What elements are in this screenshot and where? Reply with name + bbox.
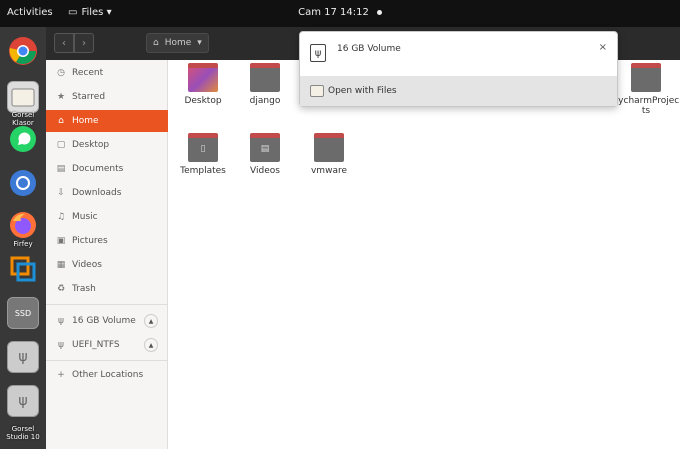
sidebar-separator <box>46 304 168 305</box>
videos-folder-icon: ▤ <box>250 133 280 162</box>
sidebar-item-music[interactable]: ♫ Music <box>46 206 168 228</box>
notification-title: 16 GB Volume <box>337 44 401 54</box>
dock-label-firefox: Firfey <box>13 240 33 248</box>
notification-dot-icon <box>376 9 382 15</box>
sidebar-item-videos[interactable]: ▦ Videos <box>46 254 168 276</box>
usb-drive-icon: ψ <box>310 44 326 62</box>
clock-label: Cam 17 14:12 <box>298 7 369 18</box>
file-item-templates[interactable]: ▯ Templates <box>170 133 236 176</box>
top-bar: Activities ▭ Files ▾ Cam 17 14:12 <box>0 0 680 27</box>
eject-button[interactable]: ▲ <box>144 338 158 352</box>
sidebar-item-label: Documents <box>72 164 124 174</box>
recent-icon: ◷ <box>57 68 65 78</box>
ssd-label: SSD <box>14 308 32 318</box>
templates-folder-icon: ▯ <box>188 133 218 162</box>
pictures-icon: ▣ <box>56 236 66 246</box>
star-icon: ★ <box>56 92 66 102</box>
usb-drive-icon: ψ <box>58 340 64 350</box>
files-icon <box>310 85 324 97</box>
ssd-icon[interactable]: SSD <box>7 297 39 329</box>
usb-drive-icon[interactable]: ψ <box>7 341 39 373</box>
sidebar-item-16gb-volume[interactable]: ψ 16 GB Volume ▲ <box>46 310 168 332</box>
sidebar-item-label: Videos <box>72 260 102 270</box>
open-with-files-label: Open with Files <box>328 86 397 96</box>
file-label: Desktop <box>184 96 222 106</box>
chevron-right-icon: › <box>82 37 86 49</box>
clock[interactable]: Cam 17 14:12 <box>0 7 680 18</box>
file-label: django <box>249 96 281 106</box>
sidebar-item-documents[interactable]: ▤ Documents <box>46 158 168 180</box>
videos-icon: ▦ <box>56 260 66 270</box>
dock-label-usb: Gorsel Studio 10 <box>6 425 40 441</box>
sidebar-item-uefi-ntfs[interactable]: ψ UEFI_NTFS ▲ <box>46 334 168 356</box>
sidebar-item-label: Home <box>72 116 99 126</box>
plus-icon: + <box>57 370 65 380</box>
sidebar-item-pictures[interactable]: ▣ Pictures <box>46 230 168 252</box>
desktop-folder-icon <box>188 63 218 92</box>
vmware-icon[interactable] <box>7 253 39 285</box>
forward-button[interactable]: › <box>74 33 94 53</box>
music-icon: ♫ <box>56 212 66 222</box>
folder-icon <box>314 133 344 162</box>
file-label: vmware <box>310 166 347 176</box>
sidebar-separator <box>46 360 168 361</box>
chrome-icon[interactable] <box>7 35 39 67</box>
sidebar-item-label: Desktop <box>72 140 110 150</box>
eject-button[interactable]: ▲ <box>144 314 158 328</box>
sidebar-item-recent[interactable]: ◷ Recent <box>46 62 168 84</box>
sidebar-item-label: Music <box>72 212 98 222</box>
usb-drive-icon: ψ <box>58 316 64 326</box>
whatsapp-icon[interactable] <box>7 123 39 155</box>
home-icon: ⌂ <box>58 116 64 126</box>
home-icon: ⌂ <box>153 38 159 48</box>
sidebar-item-home[interactable]: ⌂ Home <box>46 110 168 132</box>
chromium-icon[interactable] <box>7 167 39 199</box>
sidebar-item-other-locations[interactable]: + Other Locations <box>46 364 168 386</box>
sidebar-item-label: Other Locations <box>72 370 144 380</box>
sidebar: ◷ Recent ★ Starred ⌂ Home ▢ Desktop ▤ Documen… <box>46 60 168 449</box>
mount-notification: ψ 16 GB Volume × Open with Files <box>299 31 618 107</box>
file-item-desktop[interactable]: Desktop <box>170 63 236 106</box>
trash-icon: ♻ <box>56 284 66 294</box>
file-item-vmware[interactable]: vmware <box>296 133 362 176</box>
usb-drive-2-icon[interactable]: ψ <box>7 385 39 417</box>
firefox-icon[interactable] <box>7 209 39 241</box>
downloads-icon: ⇩ <box>57 188 65 198</box>
sidebar-item-label: Starred <box>72 92 106 102</box>
path-label: Home <box>164 38 192 48</box>
sidebar-item-label: Pictures <box>72 236 108 246</box>
chevron-left-icon: ‹ <box>62 37 66 49</box>
file-label: Templates <box>180 166 226 176</box>
documents-icon: ▤ <box>56 164 66 174</box>
folder-icon <box>250 63 280 92</box>
sidebar-item-downloads[interactable]: ⇩ Downloads <box>46 182 168 204</box>
back-button[interactable]: ‹ <box>54 33 74 53</box>
open-with-files-button[interactable]: Open with Files <box>300 76 617 106</box>
file-label: Videos <box>250 166 280 176</box>
file-item-django[interactable]: django <box>232 63 298 106</box>
sidebar-item-label: Downloads <box>72 188 122 198</box>
file-item-pycharmprojects[interactable]: PycharmProjects <box>612 63 680 116</box>
sidebar-item-label: Trash <box>72 284 96 294</box>
file-view: Desktop django PycharmProjects ▯ Templat… <box>168 60 680 449</box>
sidebar-item-trash[interactable]: ♻ Trash <box>46 278 168 300</box>
dock: Gorsel Klasor Firfey SSD ψ ψ Gorsel Stud… <box>0 27 46 449</box>
folder-icon <box>631 63 661 92</box>
sidebar-item-desktop[interactable]: ▢ Desktop <box>46 134 168 156</box>
chevron-down-icon: ▾ <box>197 38 202 48</box>
files-icon[interactable] <box>7 81 39 113</box>
file-label: PycharmProjects <box>612 96 680 116</box>
sidebar-item-label: Recent <box>72 68 104 78</box>
path-bar[interactable]: ⌂ Home ▾ <box>146 33 209 53</box>
sidebar-item-label: 16 GB Volume <box>72 316 136 326</box>
close-icon[interactable]: × <box>599 42 607 53</box>
sidebar-item-label: UEFI_NTFS <box>72 340 120 350</box>
desktop-icon: ▢ <box>56 140 66 150</box>
file-item-videos[interactable]: ▤ Videos <box>232 133 298 176</box>
sidebar-item-starred[interactable]: ★ Starred <box>46 86 168 108</box>
